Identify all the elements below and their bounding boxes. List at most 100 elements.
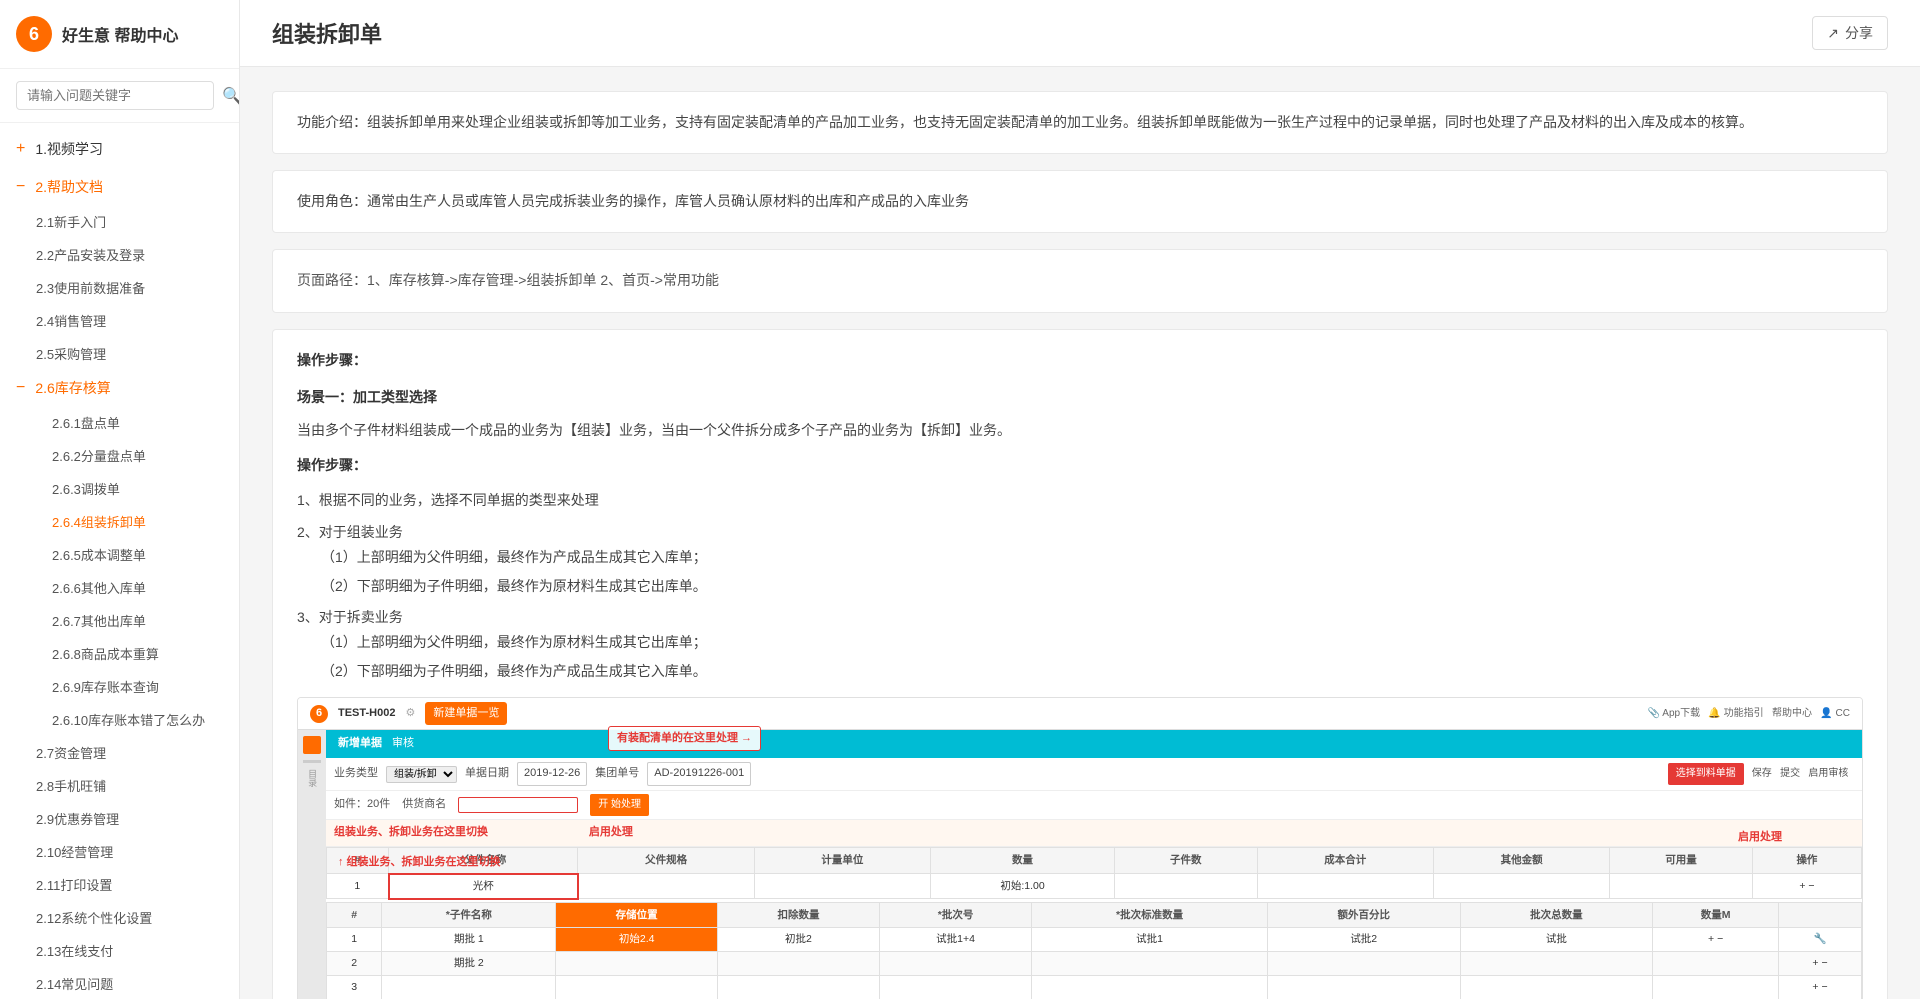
search-icon[interactable]: 🔍 (222, 86, 240, 106)
sidebar-item-coupon[interactable]: 2.9优惠券管理 (0, 802, 239, 835)
mock-orderno-label: 集团单号 (595, 764, 639, 784)
step-1: 1、根据不同的业务，选择不同单据的类型来处理 (297, 488, 1863, 513)
intro-text: 功能介绍：组装拆卸单用来处理企业组装或拆卸等加工业务，支持有固定装配清单的产品加… (297, 114, 1753, 130)
mock-topbar-extras: 📎 App下载 🔔 功能指引 帮助中心 👤 CC (1648, 705, 1850, 723)
ops-steps-heading: 操作步骤： (297, 453, 1863, 478)
mock-th-other-amt: 其他金额 (1433, 847, 1609, 873)
mock-sidebar-label: 目录 (304, 769, 320, 787)
mock-tab-audit: 审核 (392, 734, 414, 754)
mock-select-btn[interactable]: 选择到料单据 (1668, 763, 1744, 785)
path-section: 页面路径：1、库存核算->库存管理->组装拆卸单 2、首页->常用功能 (272, 249, 1888, 312)
sidebar-item-other-in[interactable]: 2.6.6其他入库单 (0, 571, 239, 604)
mock-supplier-input[interactable] (458, 797, 578, 813)
mock-type-label: 业务类型 (334, 764, 378, 784)
table-row: 1 光杯 初始:1.00 (327, 874, 1862, 899)
mock-start-btn[interactable]: 开 始处理 (590, 794, 649, 816)
step-2-subs: （1）上部明细为父件明细，最终作为产成品生成其它入库单； （2）下部明细为子件明… (297, 545, 1863, 599)
sidebar-item-data-prep[interactable]: 2.3使用前数据准备 (0, 271, 239, 304)
sidebar-item-video[interactable]: + 1.视频学习 (0, 131, 239, 167)
nav-section-2: − 2.帮助文档 2.1新手入门 2.2产品安装及登录 2.3使用前数据准备 2… (0, 169, 239, 999)
mock-sub-fields: 如件：20件 供货商名 开 始处理 (326, 791, 1862, 820)
mock-th2-extra-pct: 额外百分比 (1267, 902, 1460, 928)
scene1-desc: 当由多个子件材料组装成一个成品的业务为【组装】业务，当由一个父件拆分成多个子产品… (297, 418, 1863, 443)
mock-th2-op (1779, 902, 1862, 928)
share-icon: ↗ (1827, 25, 1839, 42)
mock-type-select[interactable]: 组装/拆卸 (386, 766, 457, 783)
step-3-sub-1: （1）上部明细为父件明细，最终作为原材料生成其它出库单； (321, 630, 1863, 655)
path-text: 页面路径：1、库存核算->库存管理->组装拆卸单 2、首页->常用功能 (297, 272, 719, 288)
sidebar-item-operation[interactable]: 2.10经营管理 (0, 835, 239, 868)
mock-th2-loc: 存储位置 (556, 902, 718, 928)
sidebar-item-purchase[interactable]: 2.5采购管理 (0, 337, 239, 370)
sidebar-item-finance[interactable]: 2.7资金管理 (0, 736, 239, 769)
role-text: 使用角色：通常由生产人员或库管人员完成拆装业务的操作，库管人员确认原材料的出库和… (297, 193, 969, 209)
main-area: 组装拆卸单 ↗ 分享 功能介绍：组装拆卸单用来处理企业组装或拆卸等加工业务，支持… (240, 0, 1920, 999)
mock-table1-wrapper: # *父件名称 父件规格 计量单位 数量 子件数 成本合计 其他金额 (326, 847, 1862, 900)
sidebar-item-other-out[interactable]: 2.6.7其他出库单 (0, 604, 239, 637)
sidebar-item-cost-recalc[interactable]: 2.6.8商品成本重算 (0, 637, 239, 670)
main-content: 功能介绍：组装拆卸单用来处理企业组装或拆卸等加工业务，支持有固定装配清单的产品加… (240, 67, 1920, 999)
step-2: 2、对于组装业务 （1）上部明细为父件明细，最终作为产成品生成其它入库单； （2… (297, 520, 1863, 600)
mock-td-subqty (1114, 874, 1257, 899)
sidebar-item-online-pay[interactable]: 2.13在线支付 (0, 934, 239, 967)
logo-icon: 6 (16, 16, 52, 52)
sidebar-item-install[interactable]: 2.2产品安装及登录 (0, 238, 239, 271)
mock-th2-deduct: 扣除数量 (718, 902, 880, 928)
mock-th2-no: # (327, 902, 382, 928)
mock-th-cost-total: 成本合计 (1257, 847, 1433, 873)
mock-tab-new: 新增单据 (338, 734, 382, 754)
mock-btn-new[interactable]: 新建单据一览 (425, 702, 507, 726)
minus-icon-2: − (16, 380, 25, 396)
mock-td-spec (578, 874, 754, 899)
table-row: 2 期批 2 (327, 952, 1862, 976)
search-input[interactable] (16, 81, 214, 110)
minus-icon: − (16, 179, 25, 195)
role-section: 使用角色：通常由生产人员或库管人员完成拆装业务的操作，库管人员确认原材料的出库和… (272, 170, 1888, 233)
sidebar-item-mobile[interactable]: 2.8手机旺铺 (0, 769, 239, 802)
mock-th-parent-spec: 父件规格 (578, 847, 754, 873)
mock-th2-batch: *批次号 (879, 902, 1031, 928)
sidebar-item-docs[interactable]: − 2.帮助文档 (0, 169, 239, 205)
step-2-sub-1: （1）上部明细为父件明细，最终作为产成品生成其它入库单； (321, 545, 1863, 570)
mock-orange-cell: 初始2.4 (556, 928, 718, 952)
scene1-heading: 场景一：加工类型选择 (297, 385, 1863, 410)
step-3: 3、对于拆卖业务 （1）上部明细为父件明细，最终作为原材料生成其它出库单； （2… (297, 605, 1863, 685)
sidebar-item-partial-stocktake[interactable]: 2.6.2分量盘点单 (0, 439, 239, 472)
sidebar-item-personalize[interactable]: 2.12系统个性化设置 (0, 901, 239, 934)
mock-th2-batch-total: 批次总数量 (1460, 902, 1653, 928)
table-row: 1 期批 1 初始2.4 初批2 试批1+4 试批1 试批2 试批 (327, 928, 1862, 952)
sidebar-item-ledger-query[interactable]: 2.6.9库存账本查询 (0, 670, 239, 703)
callout-2: ↑ 组装业务、拆卸业务在这里切换 (338, 853, 501, 873)
sidebar-item-stocktake[interactable]: 2.6.1盘点单 (0, 406, 239, 439)
mock-th-qty: 数量 (931, 847, 1115, 873)
mock-table1: # *父件名称 父件规格 计量单位 数量 子件数 成本合计 其他金额 (326, 847, 1862, 900)
sidebar-item-label: 1.视频学习 (35, 139, 103, 159)
mock-th-unit: 计量单位 (754, 847, 930, 873)
mock-sidebar: 目录 (298, 730, 326, 999)
sidebar-item-assembly[interactable]: 2.6.4组装拆卸单 (0, 505, 239, 538)
sidebar-item-beginner[interactable]: 2.1新手入门 (0, 205, 239, 238)
operations-section: 操作步骤： 场景一：加工类型选择 当由多个子件材料组装成一个成品的业务为【组装】… (272, 329, 1888, 999)
sidebar-item-cost-adj[interactable]: 2.6.5成本调整单 (0, 538, 239, 571)
mock-th-available: 可用量 (1610, 847, 1753, 873)
sidebar-item-sales[interactable]: 2.4销售管理 (0, 304, 239, 337)
mock-td-avail (1610, 874, 1753, 899)
mock-ui: 6 TEST-H002 ⚙ 新建单据一览 📎 App下载 🔔 功能指引 帮助中心… (298, 698, 1862, 999)
sidebar-item-inventory[interactable]: − 2.6库存核算 (0, 370, 239, 406)
sidebar-item-faq[interactable]: 2.14常见问题 (0, 967, 239, 999)
mock-th2-sub-name: *子件名称 (382, 902, 556, 928)
mock-td-cost (1257, 874, 1433, 899)
mock-td-no: 1 (327, 874, 389, 899)
mock-table1-heading: 组装业务、拆卸业务在这里切换 启用处理 (326, 820, 1862, 847)
sidebar-item-transfer[interactable]: 2.6.3调拨单 (0, 472, 239, 505)
sidebar-item-print[interactable]: 2.11打印设置 (0, 868, 239, 901)
mock-th2-qty: 数量M (1653, 902, 1779, 928)
share-button[interactable]: ↗ 分享 (1812, 16, 1888, 50)
mock-th-op: 操作 (1752, 847, 1861, 873)
mock-fields: 业务类型 组装/拆卸 单据日期 2019-12-26 集团单号 AD-20191… (326, 758, 1862, 791)
step-3-sub-2: （2）下部明细为子件明细，最终作为产成品生成其它入库单。 (321, 659, 1863, 684)
step-list: 1、根据不同的业务，选择不同单据的类型来处理 2、对于组装业务 （1）上部明细为… (297, 488, 1863, 684)
sidebar: 6 好生意 帮助中心 🔍 + 1.视频学习 − 2.帮助文档 2.1新手入门 (0, 0, 240, 999)
page-header: 组装拆卸单 ↗ 分享 (240, 0, 1920, 67)
sidebar-item-ledger-fix[interactable]: 2.6.10库存账本错了怎么办 (0, 703, 239, 736)
